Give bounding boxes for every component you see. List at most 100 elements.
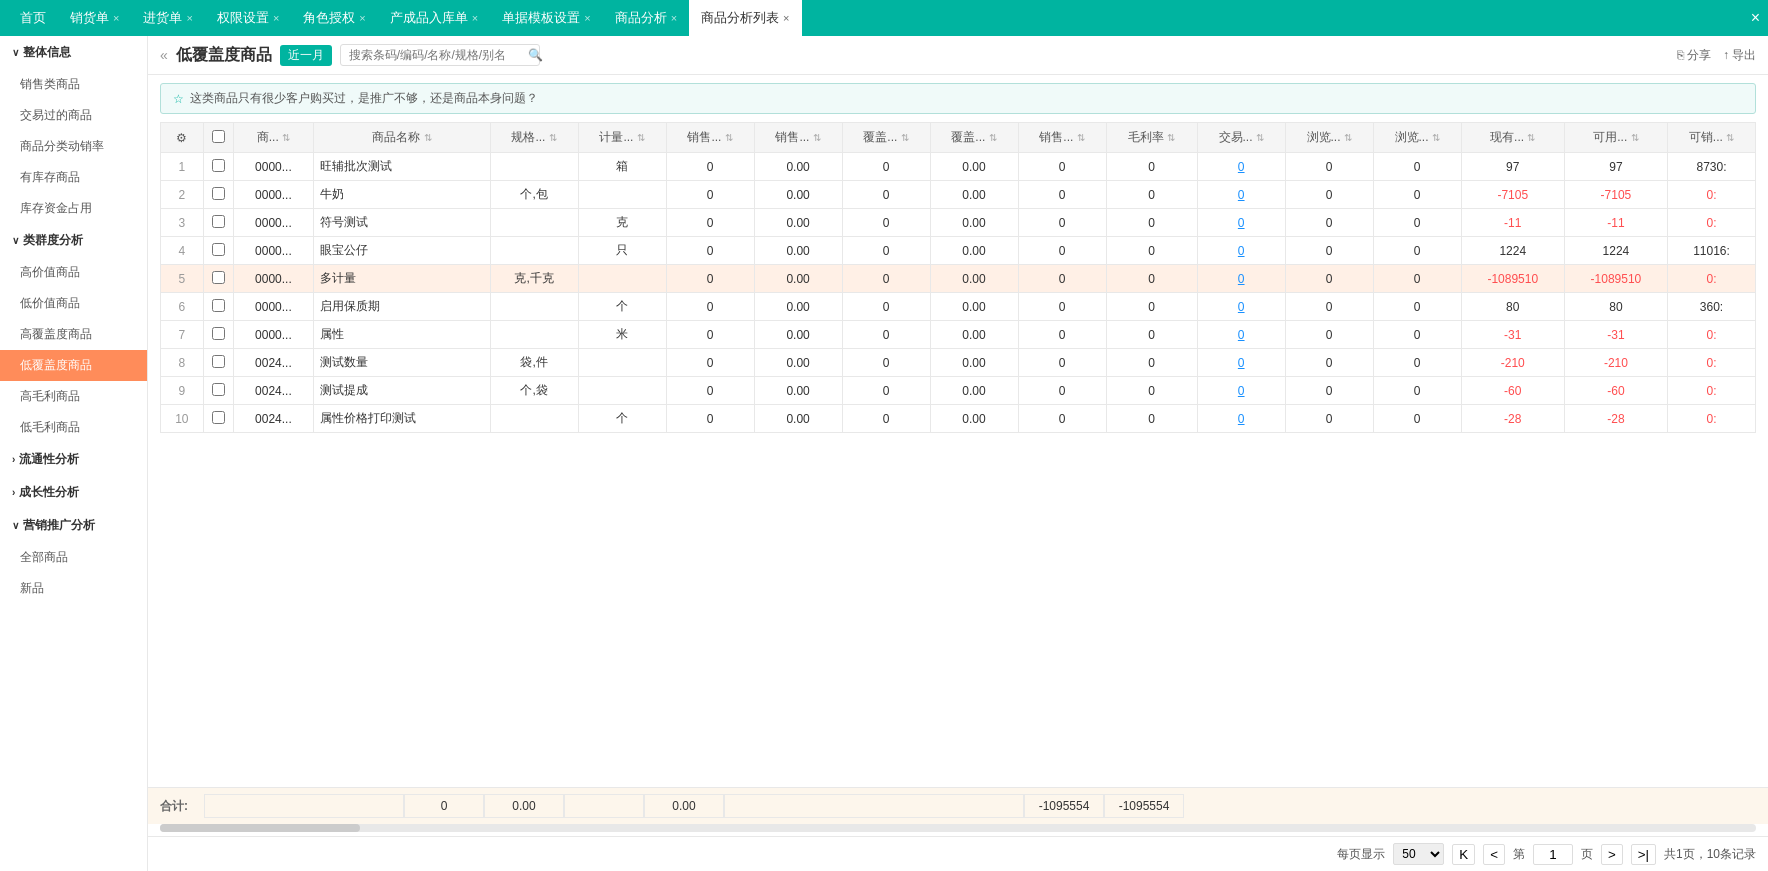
scrollbar-thumb[interactable] xyxy=(160,824,360,832)
nav-purchase-order[interactable]: 进货单 × xyxy=(131,0,204,36)
nav-close-purchase[interactable]: × xyxy=(186,12,192,24)
row-sales3: 0 xyxy=(1018,153,1106,181)
row-code: 0024... xyxy=(233,405,313,433)
table-row: 90024...测试提成个,袋00.0000.0000000-60-600: xyxy=(161,377,1756,405)
col-browse2[interactable]: 浏览... ⇅ xyxy=(1373,123,1461,153)
sidebar-item-sales-goods[interactable]: 销售类商品 xyxy=(0,69,147,100)
nav-close-product-inbound[interactable]: × xyxy=(472,12,478,24)
col-unit[interactable]: 计量... ⇅ xyxy=(578,123,666,153)
row-checkbox[interactable] xyxy=(203,293,233,321)
nav-close-role-auth[interactable]: × xyxy=(359,12,365,24)
sidebar-item-low-value[interactable]: 低价值商品 xyxy=(0,288,147,319)
row-checkbox[interactable] xyxy=(203,405,233,433)
window-close-button[interactable]: × xyxy=(1751,9,1760,27)
col-spec[interactable]: 规格... ⇅ xyxy=(490,123,578,153)
row-cover1: 0 xyxy=(842,405,930,433)
col-gross[interactable]: 毛利率 ⇅ xyxy=(1106,123,1197,153)
sidebar-item-high-coverage[interactable]: 高覆盖度商品 xyxy=(0,319,147,350)
sidebar-section-overall[interactable]: ∨ 整体信息 xyxy=(0,36,147,69)
nav-close-permission[interactable]: × xyxy=(273,12,279,24)
row-name: 牛奶 xyxy=(314,181,490,209)
sidebar-item-in-stock[interactable]: 有库存商品 xyxy=(0,162,147,193)
per-page-select[interactable]: 50 100 200 xyxy=(1393,843,1444,865)
row-sales3: 0 xyxy=(1018,377,1106,405)
row-checkbox[interactable] xyxy=(203,321,233,349)
row-checkbox[interactable] xyxy=(203,181,233,209)
sidebar-item-high-value[interactable]: 高价值商品 xyxy=(0,257,147,288)
row-checkbox[interactable] xyxy=(203,237,233,265)
col-code[interactable]: 商... ⇅ xyxy=(233,123,313,153)
col-sales3[interactable]: 销售... ⇅ xyxy=(1018,123,1106,153)
row-checkbox[interactable] xyxy=(203,265,233,293)
row-cover2: 0.00 xyxy=(930,405,1018,433)
col-sales2[interactable]: 销售... ⇅ xyxy=(754,123,842,153)
col-cover1[interactable]: 覆盖... ⇅ xyxy=(842,123,930,153)
row-sellable: 0: xyxy=(1667,349,1755,377)
share-button[interactable]: ⎘ 分享 xyxy=(1677,47,1711,64)
sidebar-collapse-button[interactable]: « xyxy=(160,47,168,63)
col-available[interactable]: 可用... ⇅ xyxy=(1564,123,1667,153)
nav-sales-order[interactable]: 销货单 × xyxy=(58,0,131,36)
row-sellable: 0: xyxy=(1667,405,1755,433)
last-page-button[interactable]: >| xyxy=(1631,844,1656,865)
col-cover2[interactable]: 覆盖... ⇅ xyxy=(930,123,1018,153)
nav-product-analysis[interactable]: 商品分析 × xyxy=(603,0,689,36)
sidebar-item-low-coverage[interactable]: 低覆盖度商品 xyxy=(0,350,147,381)
nav-close-sales-order[interactable]: × xyxy=(113,12,119,24)
col-name[interactable]: 商品名称 ⇅ xyxy=(314,123,490,153)
select-all-checkbox[interactable] xyxy=(212,130,225,143)
horizontal-scrollbar[interactable] xyxy=(160,824,1756,832)
per-page-label: 每页显示 xyxy=(1337,846,1385,863)
nav-role-auth[interactable]: 角色授权 × xyxy=(291,0,377,36)
row-sales1: 0 xyxy=(666,209,754,237)
row-current: 80 xyxy=(1461,293,1564,321)
row-checkbox[interactable] xyxy=(203,377,233,405)
first-page-button[interactable]: K xyxy=(1452,844,1475,865)
col-checkbox[interactable] xyxy=(203,123,233,153)
arrow-icon-growth: › xyxy=(12,487,15,498)
row-checkbox[interactable] xyxy=(203,349,233,377)
sidebar-item-inventory-capital[interactable]: 库存资金占用 xyxy=(0,193,147,224)
sidebar-item-traded-goods[interactable]: 交易过的商品 xyxy=(0,100,147,131)
sidebar-item-all-goods[interactable]: 全部商品 xyxy=(0,542,147,573)
row-unit: 克 xyxy=(578,209,666,237)
col-current[interactable]: 现有... ⇅ xyxy=(1461,123,1564,153)
export-button[interactable]: ↑ 导出 xyxy=(1723,47,1756,64)
col-browse1[interactable]: 浏览... ⇅ xyxy=(1285,123,1373,153)
nav-product-inbound[interactable]: 产成品入库单 × xyxy=(378,0,490,36)
col-settings[interactable]: ⚙ xyxy=(161,123,204,153)
row-browse2: 0 xyxy=(1373,349,1461,377)
search-icon[interactable]: 🔍 xyxy=(528,48,543,62)
sidebar-item-low-margin[interactable]: 低毛利商品 xyxy=(0,412,147,443)
nav-close-product-analysis[interactable]: × xyxy=(671,12,677,24)
sidebar-item-category-rate[interactable]: 商品分类动销率 xyxy=(0,131,147,162)
row-checkbox[interactable] xyxy=(203,209,233,237)
total-records-info: 共1页，10条记录 xyxy=(1664,846,1756,863)
nav-template-settings[interactable]: 单据模板设置 × xyxy=(490,0,602,36)
nav-close-template[interactable]: × xyxy=(584,12,590,24)
row-sales3: 0 xyxy=(1018,209,1106,237)
row-checkbox[interactable] xyxy=(203,153,233,181)
page-number-input[interactable] xyxy=(1533,844,1573,865)
sidebar-section-cluster[interactable]: ∨ 类群度分析 xyxy=(0,224,147,257)
col-sellable[interactable]: 可销... ⇅ xyxy=(1667,123,1755,153)
sidebar-item-high-margin[interactable]: 高毛利商品 xyxy=(0,381,147,412)
col-trade[interactable]: 交易... ⇅ xyxy=(1197,123,1285,153)
row-cover1: 0 xyxy=(842,265,930,293)
prev-page-button[interactable]: < xyxy=(1483,844,1505,865)
nav-home[interactable]: 首页 xyxy=(8,0,58,36)
row-current: 1224 xyxy=(1461,237,1564,265)
sidebar-section-growth[interactable]: › 成长性分析 xyxy=(0,476,147,509)
next-page-button[interactable]: > xyxy=(1601,844,1623,865)
nav-product-analysis-list[interactable]: 商品分析列表 × xyxy=(689,0,801,36)
search-input[interactable] xyxy=(340,44,540,66)
nav-permission[interactable]: 权限设置 × xyxy=(205,0,291,36)
col-sales1[interactable]: 销售... ⇅ xyxy=(666,123,754,153)
table-row: 100024...属性价格打印测试个00.0000.0000000-28-280… xyxy=(161,405,1756,433)
table-container[interactable]: ⚙ 商... ⇅ 商品名称 ⇅ 规格... ⇅ 计量... ⇅ 销售... ⇅ … xyxy=(148,122,1768,787)
sidebar-section-circulation[interactable]: › 流通性分析 xyxy=(0,443,147,476)
sidebar-section-marketing[interactable]: ∨ 营销推广分析 xyxy=(0,509,147,542)
nav-close-product-analysis-list[interactable]: × xyxy=(783,12,789,24)
sidebar-item-new-goods[interactable]: 新品 xyxy=(0,573,147,604)
period-button[interactable]: 近一月 xyxy=(280,45,332,66)
